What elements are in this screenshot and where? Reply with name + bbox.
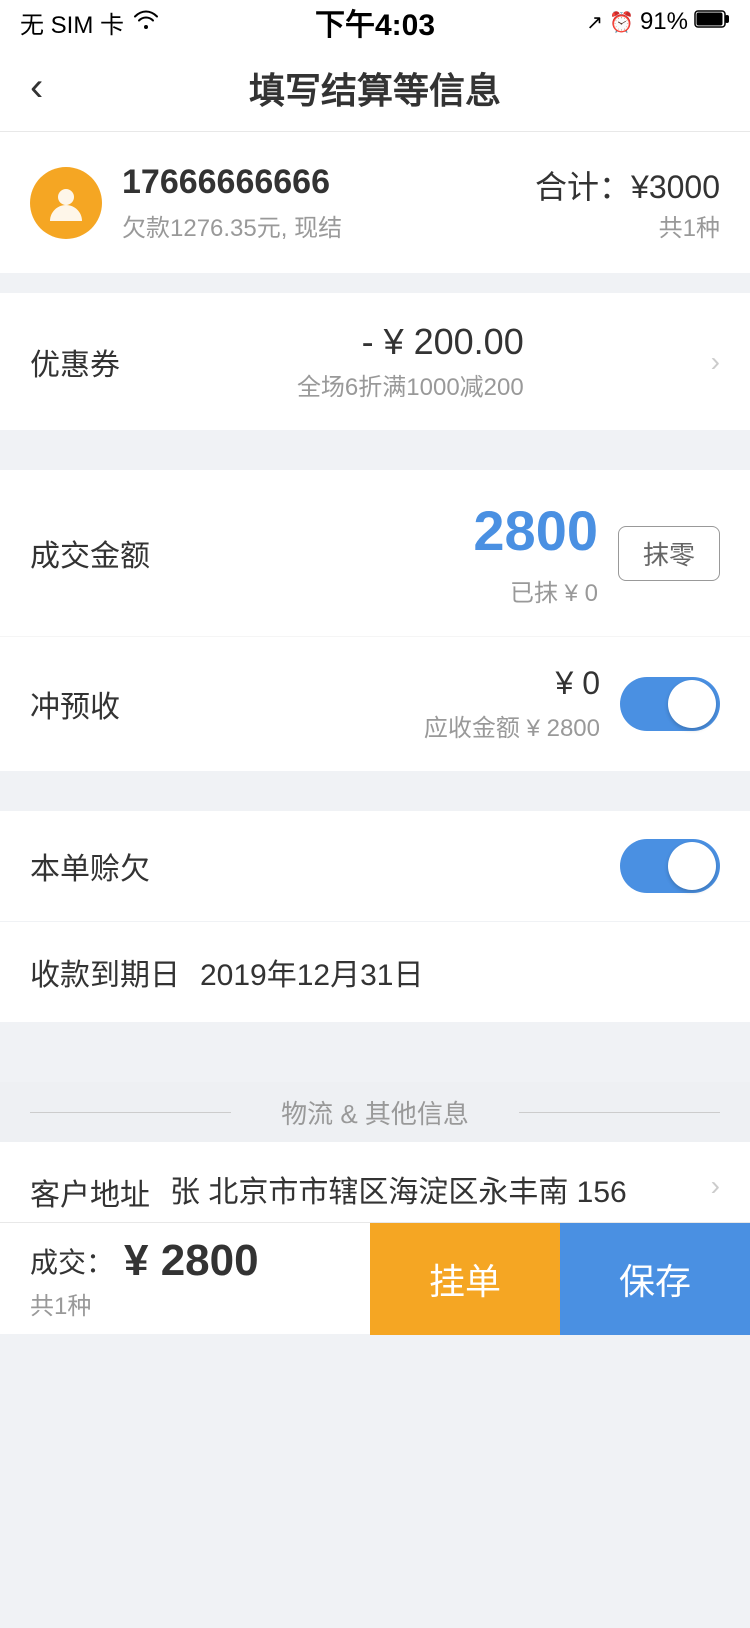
page-title: 填写结算等信息 [249,62,501,114]
coupon-row[interactable]: 优惠券 - ¥ 200.00 全场6折满1000减200 › [0,293,750,430]
prepayment-row: 冲预收 ¥ 0 应收金额 ¥ 2800 [0,637,750,771]
customer-left: 17666666666 欠款1276.35元, 现结 [30,163,342,243]
transaction-sub: 已抹 ¥ 0 [510,573,598,608]
footer: 成交： ¥ 2800 共1种 挂单 保存 [0,1222,750,1334]
alarm-icon: ⏰ [609,10,634,35]
due-date-label: 收款到期日 [30,950,180,994]
overdue-toggle-knob [668,842,716,890]
transaction-right: 2800 已抹 ¥ 0 抹零 [473,498,720,608]
section-divider-label: 物流 & 其他信息 [281,1094,469,1131]
footer-amount: ¥ 2800 [124,1236,259,1286]
prepayment-toggle[interactable] [620,677,720,731]
prepayment-right: ¥ 0 应收金额 ¥ 2800 [424,665,720,743]
status-bar: 无 SIM 卡 下午4:03 ↗ ⏰ 91% [0,0,750,44]
content: 17666666666 欠款1276.35元, 现结 合计：¥3000 共1种 … [0,132,750,1628]
overdue-section: 本单赊欠 收款到期日 2019年12月31日 [0,811,750,1022]
location-icon: ↗ [586,10,603,35]
footer-info: 成交： ¥ 2800 共1种 [0,1236,370,1321]
coupon-desc: 全场6折满1000减200 [297,367,524,402]
transaction-section: 成交金额 2800 已抹 ¥ 0 抹零 冲预收 ¥ 0 应收金额 ¥ 2800 [0,470,750,771]
prepayment-amounts: ¥ 0 应收金额 ¥ 2800 [424,665,600,743]
round-button[interactable]: 抹零 [618,526,720,581]
prepayment-label: 冲预收 [30,682,120,726]
back-button[interactable]: ‹ [30,65,43,110]
chevron-right-icon: › [711,346,720,378]
wifi-icon [132,8,160,36]
toggle-knob [668,680,716,728]
prepayment-amount: ¥ 0 [556,665,600,702]
due-date-row: 收款到期日 2019年12月31日 [0,921,750,1022]
footer-transaction-label: 成交： [30,1241,114,1281]
coupon-label: 优惠券 [30,340,120,384]
logistics-divider: 物流 & 其他信息 [0,1082,750,1142]
divider-3 [0,1042,750,1062]
customer-totals: 合计：¥3000 共1种 [535,162,720,243]
pending-button[interactable]: 挂单 [370,1223,560,1335]
receivable-text: 应收金额 ¥ 2800 [424,708,600,743]
coupon-right: - ¥ 200.00 全场6折满1000减200 [297,321,524,402]
address-label: 客户地址 [30,1170,150,1214]
carrier-label: 无 SIM 卡 [20,5,124,40]
customer-debt: 欠款1276.35元, 现结 [122,208,342,243]
customer-phone: 17666666666 [122,163,342,202]
gray-bottom [0,1308,750,1508]
divider-line-left [30,1112,231,1113]
divider-2 [0,791,750,811]
nav-bar: ‹ 填写结算等信息 [0,44,750,132]
status-right: ↗ ⏰ 91% [586,8,730,36]
save-button[interactable]: 保存 [560,1223,750,1335]
coupon-amount: - ¥ 200.00 [362,321,524,363]
overdue-label: 本单赊欠 [30,844,150,888]
transaction-amount-row: 成交金额 2800 已抹 ¥ 0 抹零 [0,470,750,637]
customer-info: 17666666666 欠款1276.35元, 现结 [122,163,342,243]
customer-card: 17666666666 欠款1276.35元, 现结 合计：¥3000 共1种 [0,132,750,273]
transaction-label: 成交金额 [30,531,150,575]
transaction-amount-value: 2800 [473,498,598,563]
footer-count: 共1种 [30,1286,340,1321]
footer-amount-row: 成交： ¥ 2800 [30,1236,340,1286]
status-left: 无 SIM 卡 [20,5,160,40]
total-count: 共1种 [535,208,720,243]
address-chevron-icon: › [711,1170,720,1202]
overdue-toggle[interactable] [620,839,720,893]
divider-1 [0,450,750,470]
status-time: 下午4:03 [315,0,435,44]
total-amount: 合计：¥3000 [535,162,720,208]
overdue-row: 本单赊欠 [0,811,750,921]
avatar [30,167,102,239]
battery-icon [694,8,730,36]
battery-label: 91% [640,8,688,36]
divider-line-right [519,1112,720,1113]
due-date-value: 2019年12月31日 [200,950,423,994]
